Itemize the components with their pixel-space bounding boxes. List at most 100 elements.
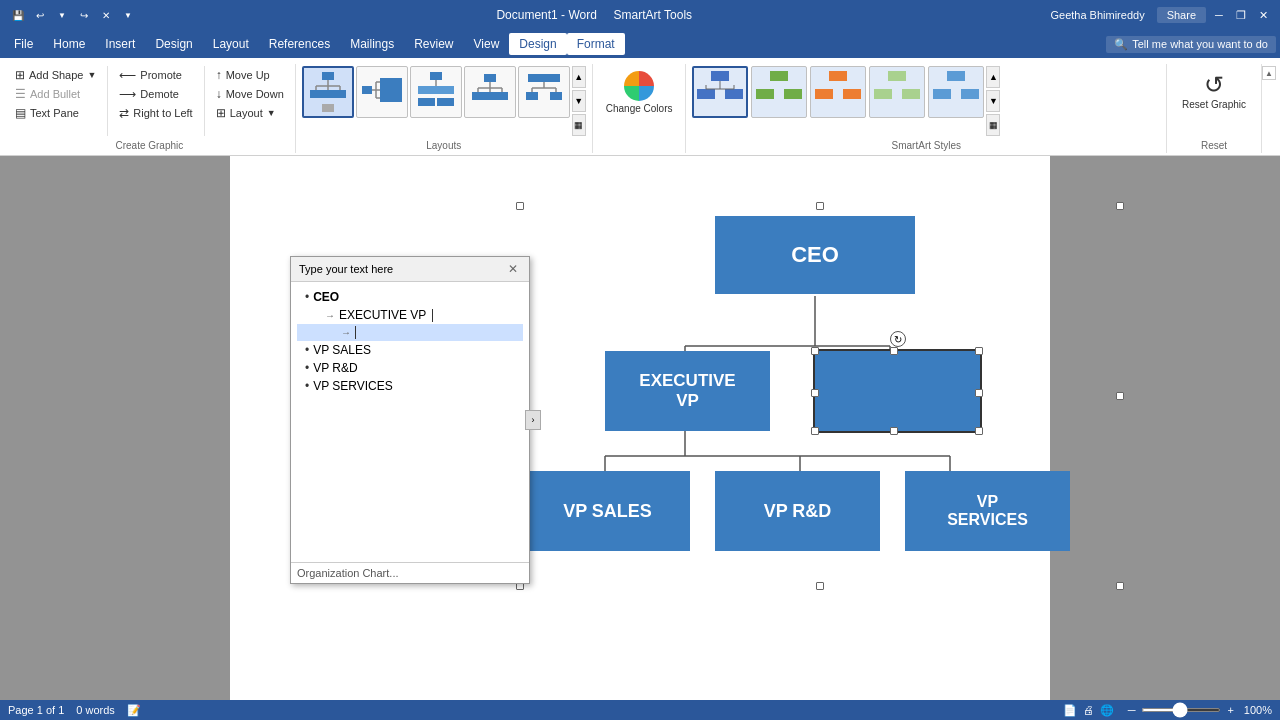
- sel-handle-tr[interactable]: [975, 347, 983, 355]
- undo-icon[interactable]: ↩: [30, 5, 50, 25]
- layout-thumb-3[interactable]: [410, 66, 462, 118]
- layout-thumb-4[interactable]: [464, 66, 516, 118]
- handle-br[interactable]: [1116, 582, 1124, 590]
- org-box-vp-services[interactable]: VPSERVICES: [905, 471, 1070, 551]
- text-pane-close-button[interactable]: ✕: [505, 261, 521, 277]
- svg-rect-23: [437, 98, 454, 106]
- menu-file[interactable]: File: [4, 33, 43, 55]
- minimize-button[interactable]: ─: [1210, 6, 1228, 24]
- svg-rect-50: [829, 71, 847, 81]
- rotate-handle[interactable]: ↻: [890, 331, 906, 347]
- svg-rect-21: [418, 86, 454, 94]
- search-bar[interactable]: 🔍 Tell me what you want to do: [1106, 36, 1276, 53]
- menu-format[interactable]: Format: [567, 33, 625, 55]
- handle-tc[interactable]: [816, 202, 824, 210]
- smartart-style-3[interactable]: [810, 66, 866, 118]
- print-layout-icon[interactable]: 🖨: [1083, 704, 1094, 716]
- text-pane-item-ceo[interactable]: • CEO: [297, 288, 523, 306]
- add-shape-button[interactable]: ⊞ Add Shape ▼: [10, 66, 101, 84]
- text-pane-button[interactable]: ▤ Text Pane: [10, 104, 101, 122]
- menu-home[interactable]: Home: [43, 33, 95, 55]
- layout-thumb-5[interactable]: [518, 66, 570, 118]
- layout-scroll-down[interactable]: ▼: [572, 90, 586, 112]
- promote-button[interactable]: ⟵ Promote: [114, 66, 197, 84]
- handle-mr[interactable]: [1116, 392, 1124, 400]
- sel-handle-tc[interactable]: [890, 347, 898, 355]
- customize-icon[interactable]: ▼: [118, 5, 138, 25]
- zoom-out-icon[interactable]: ─: [1128, 704, 1136, 716]
- menu-design-active[interactable]: Design: [509, 33, 566, 55]
- zoom-in-icon[interactable]: +: [1227, 704, 1233, 716]
- menu-review[interactable]: Review: [404, 33, 463, 55]
- smartart-scroll-down[interactable]: ▼: [986, 90, 1000, 112]
- text-pane-item-vp-rd[interactable]: • VP R&D: [297, 359, 523, 377]
- layout-thumb-2[interactable]: [356, 66, 408, 118]
- move-down-button[interactable]: ↓ Move Down Move Down: [211, 85, 289, 103]
- smartart-style-2[interactable]: [751, 66, 807, 118]
- layout-scroll-up[interactable]: ▲: [572, 66, 586, 88]
- layout-thumb-1[interactable]: [302, 66, 354, 118]
- handle-tr[interactable]: [1116, 202, 1124, 210]
- menu-design[interactable]: Design: [145, 33, 202, 55]
- text-pane-item-exec-vp[interactable]: → EXECUTIVE VP: [297, 306, 523, 324]
- text-pane-collapse-arrow[interactable]: ›: [525, 410, 541, 430]
- text-pane-header: Type your text here ✕: [291, 257, 529, 282]
- smartart-scroll-up[interactable]: ▲: [986, 66, 1000, 88]
- sel-handle-bl[interactable]: [811, 427, 819, 435]
- sel-handle-bc[interactable]: [890, 427, 898, 435]
- handle-tl[interactable]: [516, 202, 524, 210]
- undo-dropdown-icon[interactable]: ▼: [52, 5, 72, 25]
- proofing-icon[interactable]: 📝: [127, 704, 141, 717]
- web-view-icon[interactable]: 🌐: [1100, 704, 1114, 717]
- org-box-exec-vp[interactable]: EXECUTIVEVP: [605, 351, 770, 431]
- org-box-ceo[interactable]: CEO: [715, 216, 915, 294]
- add-bullet-button[interactable]: ☰ Add Bullet: [10, 85, 101, 103]
- exec-vp-text: EXECUTIVE VP: [339, 308, 426, 322]
- restore-button[interactable]: ❐: [1232, 6, 1250, 24]
- handle-bc[interactable]: [816, 582, 824, 590]
- zoom-slider[interactable]: [1141, 708, 1221, 712]
- menu-references[interactable]: References: [259, 33, 340, 55]
- svg-rect-42: [725, 89, 743, 99]
- ribbon-group-smartart-styles: ▲ ▼ ▦ SmartArt Styles: [686, 64, 1167, 153]
- promote-label: Promote: [140, 69, 182, 81]
- reset-graphic-button[interactable]: ↺ Reset Graphic: [1173, 66, 1255, 115]
- sel-handle-ml[interactable]: [811, 389, 819, 397]
- ribbon-collapse-button[interactable]: ▲: [1262, 66, 1276, 80]
- move-up-button[interactable]: ↑ Move Up Move Up: [211, 66, 289, 84]
- org-box-vp-rd[interactable]: VP R&D: [715, 471, 880, 551]
- menu-mailings[interactable]: Mailings: [340, 33, 404, 55]
- layout-expand[interactable]: ▦: [572, 114, 586, 136]
- text-pane-item-vp-sales[interactable]: • VP SALES: [297, 341, 523, 359]
- save-icon[interactable]: 💾: [8, 5, 28, 25]
- create-graphic-label: Create Graphic: [10, 138, 289, 151]
- smartart-expand[interactable]: ▦: [986, 114, 1000, 136]
- bullet-icon-4: •: [305, 379, 309, 393]
- sel-handle-tl[interactable]: [811, 347, 819, 355]
- smartart-style-5[interactable]: [928, 66, 984, 118]
- demote-label: Demote: [140, 88, 179, 100]
- read-mode-icon[interactable]: 📄: [1063, 704, 1077, 717]
- text-pane-item-empty[interactable]: →: [297, 324, 523, 341]
- right-to-left-button[interactable]: ⇄ Right to Left: [114, 104, 197, 122]
- sel-handle-mr[interactable]: [975, 389, 983, 397]
- demote-icon: ⟶: [119, 87, 136, 101]
- menu-layout[interactable]: Layout: [203, 33, 259, 55]
- share-icon[interactable]: Share: [1157, 7, 1206, 23]
- text-pane-icon: ▤: [15, 106, 26, 120]
- smartart-style-1[interactable]: [692, 66, 748, 118]
- cancel-icon[interactable]: ✕: [96, 5, 116, 25]
- change-colors-button[interactable]: Change Colors: [599, 66, 680, 119]
- reset-label: Reset: [1173, 138, 1255, 151]
- layout-button[interactable]: ⊞ Layout ▼: [211, 104, 289, 122]
- smartart-style-4[interactable]: [869, 66, 925, 118]
- text-pane-item-vp-services[interactable]: • VP SERVICES: [297, 377, 523, 395]
- org-box-vp-sales[interactable]: VP SALES: [525, 471, 690, 551]
- org-box-new[interactable]: [815, 351, 980, 431]
- demote-button[interactable]: ⟶ Demote: [114, 85, 197, 103]
- redo-icon[interactable]: ↪: [74, 5, 94, 25]
- close-button[interactable]: ✕: [1254, 6, 1272, 24]
- menu-insert[interactable]: Insert: [95, 33, 145, 55]
- sel-handle-br[interactable]: [975, 427, 983, 435]
- menu-view[interactable]: View: [464, 33, 510, 55]
